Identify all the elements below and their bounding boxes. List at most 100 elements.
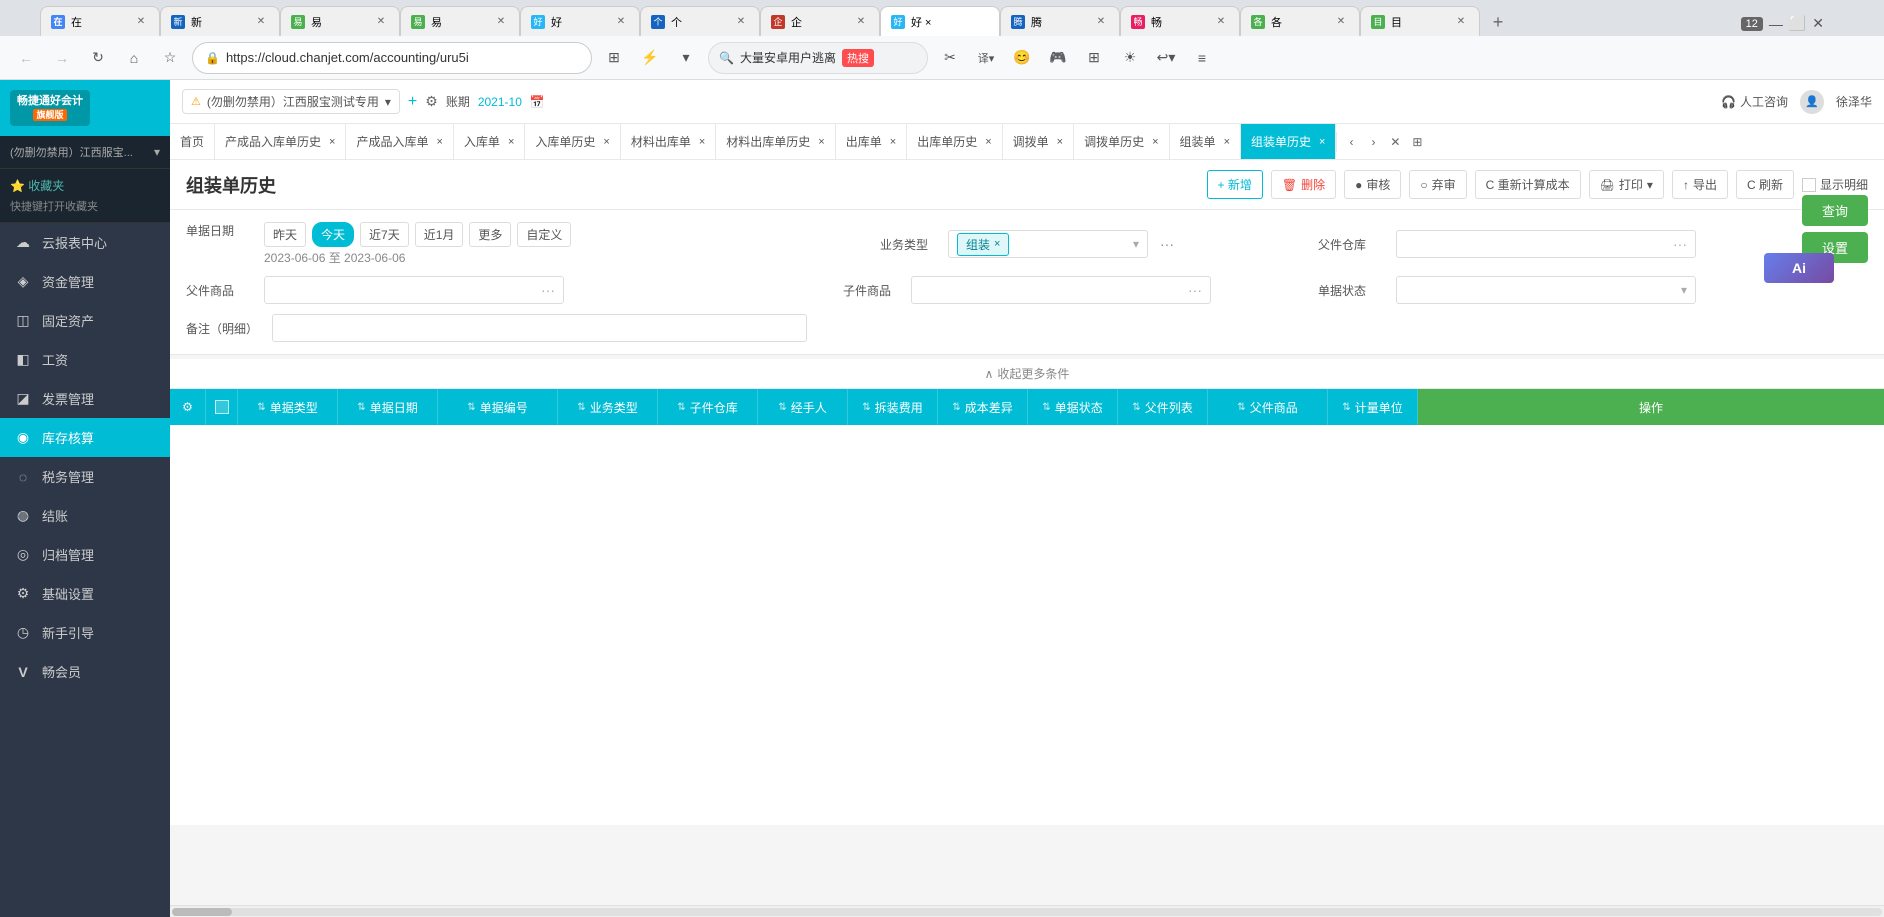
- minimize-icon[interactable]: —: [1769, 16, 1783, 32]
- th-operation[interactable]: 操作: [1418, 389, 1884, 425]
- page-tab-material-out[interactable]: 材料出库单 ×: [621, 124, 716, 160]
- browser-tab-1[interactable]: 在 在 ✕: [40, 6, 160, 36]
- date-btn-yesterday[interactable]: 昨天: [264, 222, 306, 247]
- biz-type-more[interactable]: ···: [1160, 236, 1174, 252]
- back-button[interactable]: ←: [12, 44, 40, 72]
- th-cost-diff[interactable]: ⇅ 成本差异: [938, 389, 1028, 425]
- sidebar-item-archive[interactable]: ◎ 归档管理: [0, 535, 170, 574]
- th-disassemble-cost[interactable]: ⇅ 拆装费用: [848, 389, 938, 425]
- th-handler[interactable]: ⇅ 经手人: [758, 389, 848, 425]
- query-button[interactable]: 查询: [1802, 195, 1868, 226]
- forward-button[interactable]: →: [48, 44, 76, 72]
- biz-type-input[interactable]: 组装 × ▾: [948, 230, 1148, 258]
- sidebar-item-settings[interactable]: ⚙ 基础设置: [0, 574, 170, 613]
- cut-button[interactable]: ✂: [936, 44, 964, 72]
- browser-tab-6[interactable]: 个 个 ✕: [640, 6, 760, 36]
- settings-button-topbar[interactable]: ⚙: [425, 93, 438, 110]
- sidebar-item-closing[interactable]: ◍ 结账: [0, 496, 170, 535]
- sidebar-item-funds[interactable]: ◈ 资金管理: [0, 262, 170, 301]
- page-tab-assembled-in[interactable]: 产成品入库单 ×: [346, 124, 453, 160]
- expand-button[interactable]: ▾: [672, 44, 700, 72]
- restore-icon[interactable]: ⬜: [1789, 15, 1806, 32]
- tab-scroll-right[interactable]: ›: [1363, 132, 1383, 152]
- th-doc-type[interactable]: ⇅ 单据类型: [238, 389, 338, 425]
- search-bar[interactable]: 🔍 大量安卓用户逃离 热搜: [708, 42, 928, 74]
- company-selector-topbar[interactable]: ⚠ (勿删勿禁用）江西服宝测试专用 ▾: [182, 89, 400, 114]
- biz-type-tag[interactable]: 组装 ×: [957, 233, 1009, 256]
- browser-tab-7[interactable]: 企 企 ✕: [760, 6, 880, 36]
- export-button[interactable]: ↑ 导出: [1672, 170, 1728, 199]
- menu-button[interactable]: ≡: [1188, 44, 1216, 72]
- doc-status-select[interactable]: ▾: [1396, 276, 1696, 304]
- browser-tab-3[interactable]: 易 易 ✕: [280, 6, 400, 36]
- page-tab-outbound-history[interactable]: 出库单历史 ×: [907, 124, 1002, 160]
- tab-close-all[interactable]: ✕: [1385, 132, 1405, 152]
- new-tab-button[interactable]: +: [1484, 8, 1512, 36]
- browser-tab-2[interactable]: 新 新 ✕: [160, 6, 280, 36]
- checkbox-all-icon[interactable]: [215, 400, 229, 414]
- date-btn-7days[interactable]: 近7天: [360, 222, 409, 247]
- abandon-button[interactable]: ○ 弃审: [1409, 170, 1466, 199]
- game-button[interactable]: 🎮: [1044, 44, 1072, 72]
- browser-tab-12[interactable]: 目 目 ✕: [1360, 6, 1480, 36]
- date-btn-more[interactable]: 更多: [469, 222, 511, 247]
- collapse-bar[interactable]: ∧ 收起更多条件: [170, 359, 1884, 389]
- sidebar-item-inventory[interactable]: ◉ 库存核算: [0, 418, 170, 457]
- page-tab-assembled-in-history[interactable]: 产成品入库单历史 ×: [215, 124, 346, 160]
- page-tab-home[interactable]: 首页: [170, 124, 215, 160]
- notes-input[interactable]: [272, 314, 807, 342]
- browser-tab-11[interactable]: 各 各 ✕: [1240, 6, 1360, 36]
- biz-type-dropdown[interactable]: ▾: [1133, 237, 1139, 251]
- th-settings[interactable]: ⚙: [170, 389, 206, 425]
- company-selector[interactable]: (勿删勿禁用）江西服宝... ▾: [10, 144, 160, 160]
- page-tab-transfer[interactable]: 调拨单 ×: [1003, 124, 1074, 160]
- grid-button[interactable]: ⊞: [1080, 44, 1108, 72]
- qr-code-button[interactable]: ⊞: [600, 44, 628, 72]
- th-parent-list[interactable]: ⇅ 父件列表: [1118, 389, 1208, 425]
- print-button[interactable]: 🖨 打印 ▾: [1589, 170, 1664, 199]
- sidebar-item-tax[interactable]: ◌ 税务管理: [0, 457, 170, 496]
- sidebar-item-payroll[interactable]: ◧ 工资: [0, 340, 170, 379]
- parent-item-input[interactable]: ···: [264, 276, 564, 304]
- calendar-icon[interactable]: 📅: [530, 95, 545, 109]
- scrollbar-thumb[interactable]: [172, 908, 232, 916]
- browser-tab-4[interactable]: 易 易 ✕: [400, 6, 520, 36]
- open-favorites-link[interactable]: 快捷键打开收藏夹: [10, 198, 160, 214]
- lightning-button[interactable]: ⚡: [636, 44, 664, 72]
- tag-remove-icon[interactable]: ×: [994, 238, 1000, 250]
- refresh-button[interactable]: ↻: [84, 44, 112, 72]
- refresh-button-page[interactable]: C 刷新: [1736, 170, 1794, 199]
- service-button[interactable]: 🎧 人工咨询: [1721, 93, 1788, 110]
- th-doc-date[interactable]: ⇅ 单据日期: [338, 389, 438, 425]
- th-checkbox[interactable]: [206, 389, 238, 425]
- th-biz-type[interactable]: ⇅ 业务类型: [558, 389, 658, 425]
- th-unit[interactable]: ⇅ 计量单位: [1328, 389, 1418, 425]
- date-btn-custom[interactable]: 自定义: [517, 222, 571, 247]
- sidebar-item-guide[interactable]: ◷ 新手引导: [0, 613, 170, 652]
- sidebar-item-assets[interactable]: ◫ 固定资产: [0, 301, 170, 340]
- page-tab-assembly[interactable]: 组装单 ×: [1170, 124, 1241, 160]
- display-detail-toggle[interactable]: 显示明细: [1802, 176, 1868, 193]
- undo-button[interactable]: ↩▾: [1152, 44, 1180, 72]
- browser-tab-8[interactable]: 好 好 ×: [880, 6, 1000, 36]
- tab-more[interactable]: ⊞: [1407, 132, 1427, 152]
- home-button[interactable]: ⌂: [120, 44, 148, 72]
- page-tab-outbound[interactable]: 出库单 ×: [836, 124, 907, 160]
- browser-tab-9[interactable]: 腾 腾 ✕: [1000, 6, 1120, 36]
- translate-button[interactable]: 译▾: [972, 44, 1000, 72]
- page-tab-transfer-history[interactable]: 调拨单历史 ×: [1074, 124, 1169, 160]
- th-doc-status[interactable]: ⇅ 单据状态: [1028, 389, 1118, 425]
- page-tab-inbound[interactable]: 入库单 ×: [454, 124, 525, 160]
- recalculate-button[interactable]: C 重新计算成本: [1475, 170, 1581, 199]
- new-button[interactable]: + 新增: [1207, 170, 1263, 199]
- audit-button[interactable]: ● 审核: [1344, 170, 1401, 199]
- date-btn-1month[interactable]: 近1月: [415, 222, 464, 247]
- browser-tab-10[interactable]: 畅 畅 ✕: [1120, 6, 1240, 36]
- child-item-input[interactable]: ···: [911, 276, 1211, 304]
- page-tab-inbound-history[interactable]: 入库单历史 ×: [525, 124, 620, 160]
- close-window-icon[interactable]: ✕: [1812, 15, 1824, 32]
- ai-badge[interactable]: Ai: [1764, 253, 1834, 283]
- emoji-button[interactable]: 😊: [1008, 44, 1036, 72]
- parent-warehouse-input[interactable]: ···: [1396, 230, 1696, 258]
- sidebar-item-invoice[interactable]: ◪ 发票管理: [0, 379, 170, 418]
